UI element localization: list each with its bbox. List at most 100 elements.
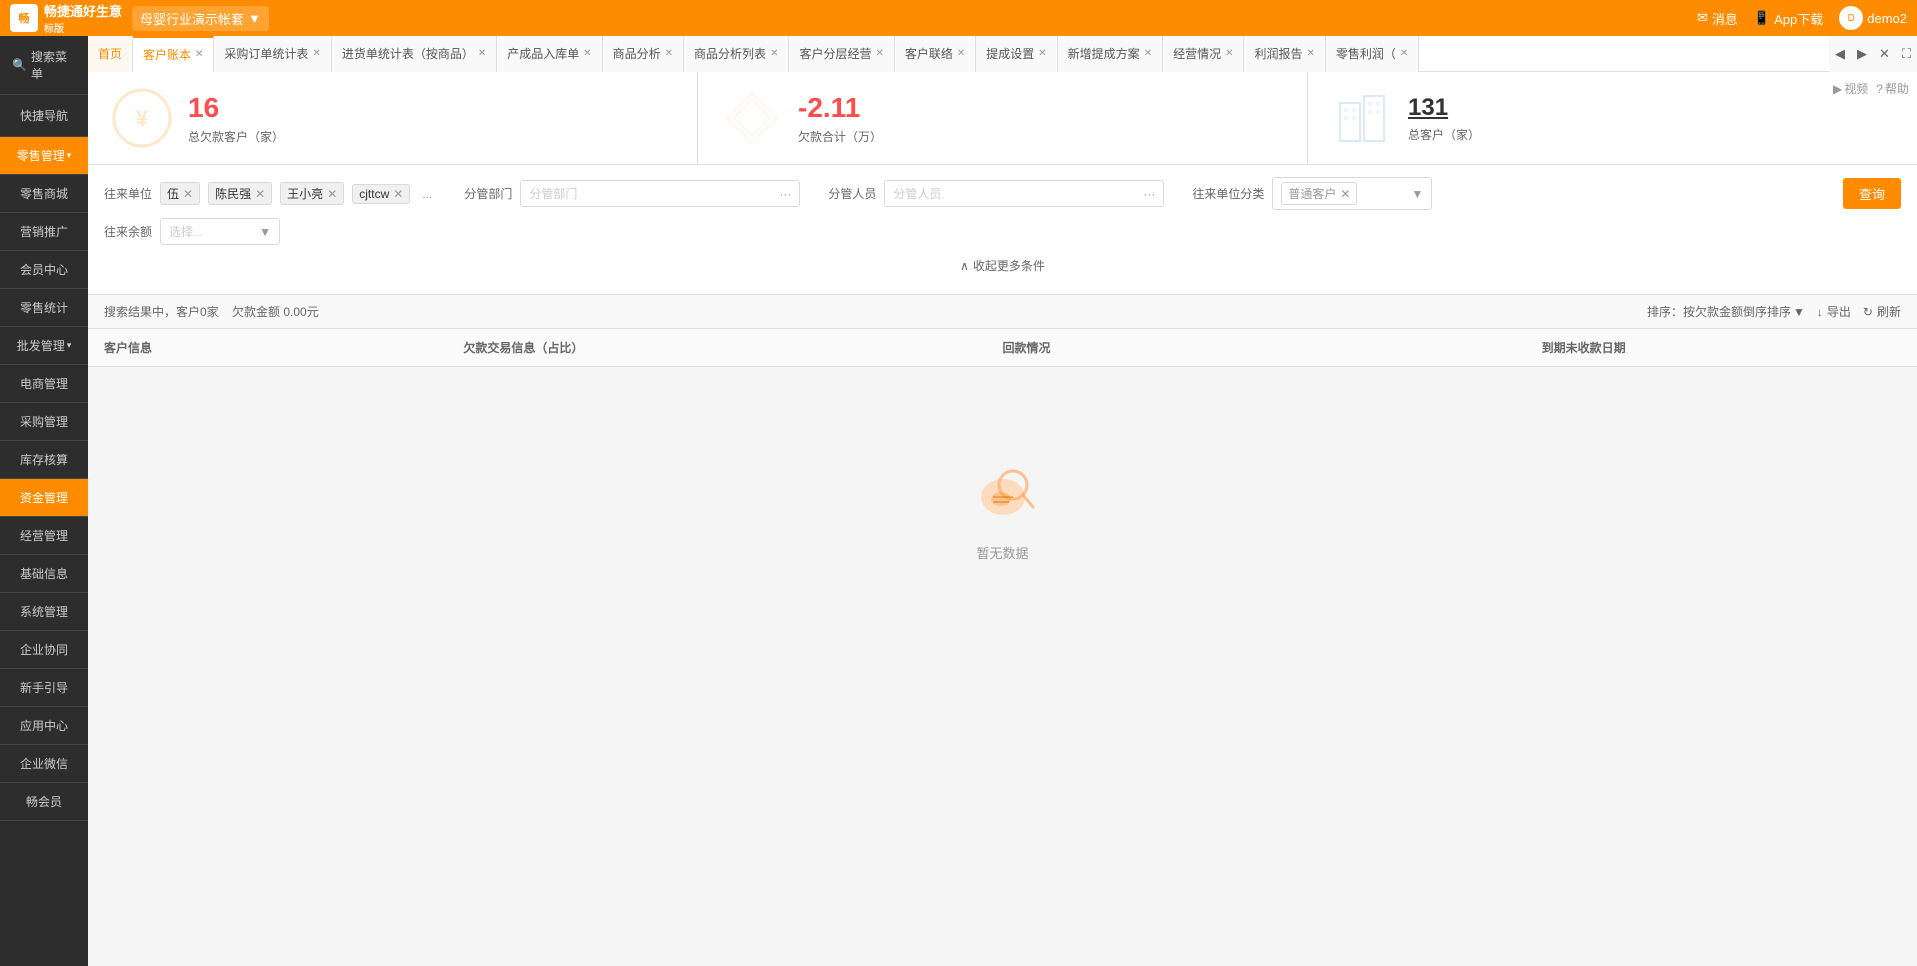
stat-label-total: 总客户（家） bbox=[1408, 126, 1480, 143]
balance-select[interactable]: 选择... ▼ bbox=[160, 218, 280, 245]
tab-close-inbound[interactable]: ✕ bbox=[478, 48, 486, 59]
tab-customer-tier[interactable]: 客户分层经营 ✕ bbox=[789, 36, 894, 72]
sidebar: 🔍 搜索菜单 快捷导航 零售管理 ▾ 零售商城 营销推广 会员中心 bbox=[0, 36, 88, 966]
search-result-text: 搜索结果中，客户0家 欠款金额 0.00元 bbox=[104, 303, 319, 320]
tab-close-new-raise-plan[interactable]: ✕ bbox=[1144, 48, 1152, 59]
tab-product-analysis[interactable]: 商品分析 ✕ bbox=[603, 36, 684, 72]
tab-close-product-inbound[interactable]: ✕ bbox=[583, 48, 591, 59]
sidebar-item-purchase-mgmt[interactable]: 采购管理 bbox=[0, 403, 88, 441]
user-avatar[interactable]: D demo2 bbox=[1839, 6, 1907, 30]
main-content: ¥ 16 总欠款客户（家） bbox=[88, 72, 1917, 966]
sidebar-item-enterprise-wechat[interactable]: 企业微信 bbox=[0, 745, 88, 783]
app-wrapper: 畅 畅捷通好生意 标版 母婴行业演示帐套 ▼ ✉ 消息 📱 App下载 D de… bbox=[0, 0, 1917, 966]
filter-tag-unit-4: cjttcw ✕ bbox=[352, 184, 410, 204]
sidebar-search[interactable]: 🔍 搜索菜单 bbox=[0, 36, 88, 95]
sidebar-item-retail-mgmt[interactable]: 零售管理 ▾ bbox=[0, 137, 88, 175]
unit-class-chevron: ▼ bbox=[1411, 187, 1423, 201]
col-header-due-date: 到期未收款日期 bbox=[1542, 339, 1901, 356]
tab-home[interactable]: 首页 bbox=[88, 36, 133, 72]
tab-bar: 首页 客户账本 ✕ 采购订单统计表 ✕ 进货单统计表（按商品） ✕ bbox=[88, 36, 1917, 72]
tab-close-all-btn[interactable]: ✕ bbox=[1873, 36, 1896, 72]
message-btn[interactable]: ✉ 消息 bbox=[1697, 9, 1738, 28]
logo: 畅 畅捷通好生意 标版 bbox=[10, 1, 122, 35]
stat-value-total: 131 bbox=[1408, 94, 1480, 122]
tab-inbound-stat[interactable]: 进货单统计表（按商品） ✕ bbox=[332, 36, 497, 72]
tab-close-customer-tier[interactable]: ✕ bbox=[875, 48, 883, 59]
remove-tag-unit-1[interactable]: ✕ bbox=[183, 187, 193, 201]
tab-bar-end: ◀ ▶ ✕ ⛶ bbox=[1829, 36, 1917, 72]
remove-tag-unit-class[interactable]: ✕ bbox=[1340, 187, 1350, 201]
sidebar-item-basic-info[interactable]: 基础信息 bbox=[0, 555, 88, 593]
empty-state: 暂无数据 bbox=[88, 367, 1917, 642]
stat-card-customers: ¥ 16 总欠款客户（家） bbox=[88, 72, 698, 164]
tab-customer-ledger[interactable]: 客户账本 ✕ bbox=[133, 36, 214, 72]
dept-filter-label: 分管部门 bbox=[464, 185, 512, 202]
sidebar-item-inventory[interactable]: 库存核算 bbox=[0, 441, 88, 479]
tab-close-product-list[interactable]: ✕ bbox=[770, 48, 778, 59]
unit-class-label: 往来单位分类 bbox=[1192, 185, 1264, 202]
tab-close-operation-status[interactable]: ✕ bbox=[1225, 48, 1233, 59]
search-icon: 🔍 bbox=[12, 58, 27, 72]
sidebar-item-finance[interactable]: 资金管理 bbox=[0, 479, 88, 517]
tab-scroll-area: 首页 客户账本 ✕ 采购订单统计表 ✕ 进货单统计表（按商品） ✕ bbox=[88, 36, 1829, 72]
sidebar-item-batch-mgmt[interactable]: 批发管理 ▾ bbox=[0, 327, 88, 365]
collapse-more-btn[interactable]: ∧ 收起更多条件 bbox=[104, 253, 1901, 278]
tab-new-raise-plan[interactable]: 新增提成方案 ✕ bbox=[1058, 36, 1163, 72]
remove-tag-unit-3[interactable]: ✕ bbox=[327, 187, 337, 201]
tab-close-raise-settings[interactable]: ✕ bbox=[1038, 48, 1046, 59]
stat-value-customers: 16 bbox=[188, 92, 284, 124]
table-header: 客户信息 欠款交易信息（占比） 回款情况 到期未收款日期 bbox=[88, 329, 1917, 367]
refresh-icon: ↻ bbox=[1863, 305, 1873, 319]
tab-prev-btn[interactable]: ◀ bbox=[1829, 36, 1851, 72]
person-select[interactable]: 分管人员 ··· bbox=[884, 180, 1164, 207]
remove-tag-unit-2[interactable]: ✕ bbox=[255, 187, 265, 201]
stat-content-total: 131 总客户（家） bbox=[1408, 94, 1480, 143]
stat-value-debt: -2.11 bbox=[798, 92, 882, 124]
help-btn[interactable]: ? 帮助 bbox=[1876, 80, 1909, 97]
sidebar-item-enterprise-coop[interactable]: 企业协同 bbox=[0, 631, 88, 669]
quick-nav-btn[interactable]: 快捷导航 bbox=[0, 95, 88, 137]
more-unit-tags-btn[interactable]: ... bbox=[418, 185, 436, 203]
tab-close-customer-ledger[interactable]: ✕ bbox=[195, 49, 203, 60]
account-dropdown[interactable]: 母婴行业演示帐套 ▼ bbox=[132, 6, 269, 31]
tab-close-profit-report[interactable]: ✕ bbox=[1307, 48, 1315, 59]
dept-select[interactable]: 分管部门 ··· bbox=[520, 180, 800, 207]
sidebar-item-app-center[interactable]: 应用中心 bbox=[0, 707, 88, 745]
tab-close-purchase[interactable]: ✕ bbox=[312, 48, 320, 59]
tab-purchase-order-stat[interactable]: 采购订单统计表 ✕ bbox=[214, 36, 331, 72]
tab-product-analysis-list[interactable]: 商品分析列表 ✕ bbox=[684, 36, 789, 72]
tab-profit-report[interactable]: 利润报告 ✕ bbox=[1244, 36, 1325, 72]
filter-tag-unit-2: 陈民强 ✕ bbox=[208, 182, 272, 205]
sidebar-item-member[interactable]: 会员中心 bbox=[0, 251, 88, 289]
sidebar-item-ecom-mgmt[interactable]: 电商管理 bbox=[0, 365, 88, 403]
tab-operation-status[interactable]: 经营情况 ✕ bbox=[1163, 36, 1244, 72]
query-button[interactable]: 查询 bbox=[1843, 178, 1901, 209]
unit-class-select[interactable]: 普通客户 ✕ ▼ bbox=[1272, 177, 1432, 210]
stat-card-debt: -2.11 欠款合计（万） bbox=[698, 72, 1308, 164]
tab-close-customer-contact[interactable]: ✕ bbox=[957, 48, 965, 59]
tab-close-retail-profit[interactable]: ✕ bbox=[1400, 48, 1408, 59]
export-btn[interactable]: ↓ 导出 bbox=[1817, 303, 1851, 320]
sidebar-item-marketing[interactable]: 营销推广 bbox=[0, 213, 88, 251]
tab-next-btn[interactable]: ▶ bbox=[1851, 36, 1873, 72]
sidebar-item-sys-mgmt[interactable]: 系统管理 bbox=[0, 593, 88, 631]
building-icon bbox=[1332, 88, 1392, 148]
refresh-btn[interactable]: ↻ 刷新 bbox=[1863, 303, 1901, 320]
sidebar-item-retail-mall[interactable]: 零售商城 bbox=[0, 175, 88, 213]
tab-customer-contact[interactable]: 客户联络 ✕ bbox=[895, 36, 976, 72]
tab-close-product-analysis[interactable]: ✕ bbox=[665, 48, 673, 59]
sidebar-item-retail-stat[interactable]: 零售统计 bbox=[0, 289, 88, 327]
unit-filter-label: 往来单位 bbox=[104, 185, 152, 202]
video-help-btn[interactable]: ▶ 视频 bbox=[1833, 80, 1868, 97]
tab-product-inbound[interactable]: 产成品入库单 ✕ bbox=[497, 36, 602, 72]
sidebar-item-operation[interactable]: 经营管理 bbox=[0, 517, 88, 555]
app-download-btn[interactable]: 📱 App下载 bbox=[1754, 9, 1823, 28]
sort-select[interactable]: 排序：按欠款金额倒序排序 ▼ bbox=[1647, 303, 1805, 320]
sidebar-item-vip-member[interactable]: 畅会员 bbox=[0, 783, 88, 821]
mobile-icon: 📱 bbox=[1754, 10, 1770, 26]
sidebar-item-new-guide[interactable]: 新手引导 bbox=[0, 669, 88, 707]
tab-raise-settings[interactable]: 提成设置 ✕ bbox=[976, 36, 1057, 72]
tab-maximize-btn[interactable]: ⛶ bbox=[1896, 36, 1917, 72]
tab-retail-profit[interactable]: 零售利润（ ✕ bbox=[1326, 36, 1419, 72]
remove-tag-unit-4[interactable]: ✕ bbox=[393, 187, 403, 201]
